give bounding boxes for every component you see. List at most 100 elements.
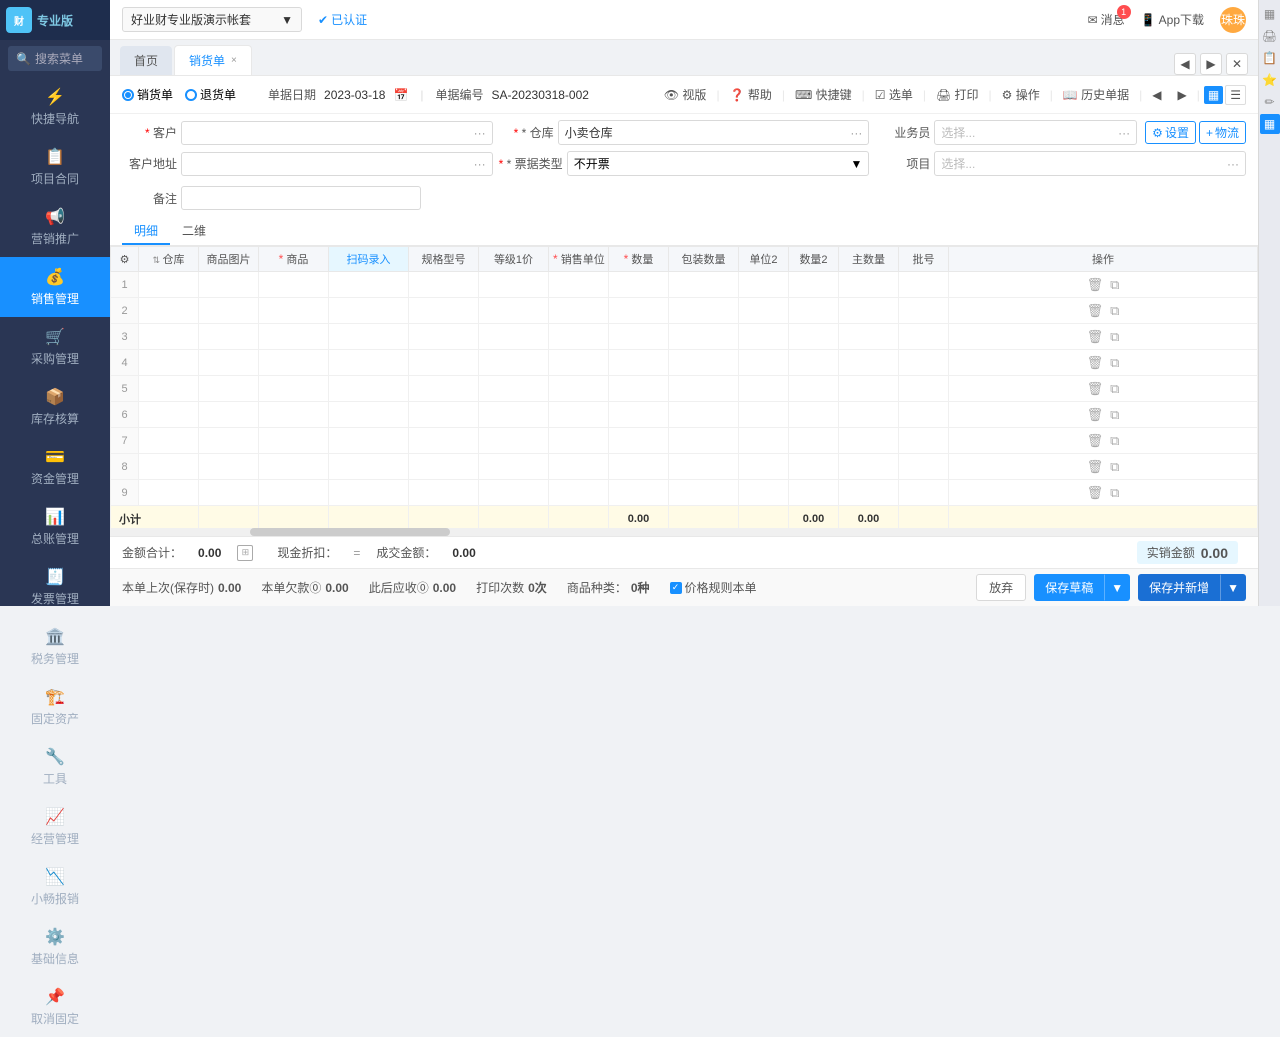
- row-qty[interactable]: [609, 350, 669, 376]
- print-btn[interactable]: 🖨 打印: [930, 84, 985, 105]
- row-delete-icon[interactable]: 🗑: [1087, 277, 1104, 292]
- row-warehouse[interactable]: [139, 376, 199, 402]
- save-new-button[interactable]: 保存并新增: [1138, 574, 1220, 601]
- row-barcode[interactable]: [329, 272, 409, 298]
- sidebar-item-marketing[interactable]: 📢 营销推广: [0, 197, 110, 257]
- row-copy-icon[interactable]: ⧉: [1110, 355, 1119, 370]
- row-main-qty[interactable]: [839, 324, 899, 350]
- row-delete-icon[interactable]: 🗑: [1087, 433, 1104, 448]
- sidebar-item-funds[interactable]: 💳 资金管理: [0, 437, 110, 497]
- row-unit[interactable]: [549, 350, 609, 376]
- row-qty[interactable]: [609, 402, 669, 428]
- row-pack-qty[interactable]: [669, 376, 739, 402]
- list-view-btn[interactable]: ☰: [1225, 85, 1246, 105]
- row-main-qty[interactable]: [839, 350, 899, 376]
- row-product[interactable]: [259, 454, 329, 480]
- row-warehouse[interactable]: [139, 350, 199, 376]
- th-settings[interactable]: ⚙: [111, 247, 139, 272]
- grid-view-btn[interactable]: ▦: [1204, 86, 1223, 104]
- set-button[interactable]: ⚙ 设置: [1145, 121, 1196, 144]
- row-product[interactable]: [259, 376, 329, 402]
- row-unit[interactable]: [549, 428, 609, 454]
- row-qty2[interactable]: [789, 428, 839, 454]
- customer-input[interactable]: ···: [181, 121, 493, 145]
- sidebar-item-quick-nav[interactable]: ⚡ 快捷导航: [0, 77, 110, 137]
- row-qty[interactable]: [609, 376, 669, 402]
- row-copy-icon[interactable]: ⧉: [1110, 381, 1119, 396]
- row-unit2[interactable]: [739, 376, 789, 402]
- warehouse-input[interactable]: 小卖仓库 ···: [558, 120, 870, 145]
- row-spec[interactable]: [409, 350, 479, 376]
- sidebar-cancel-fix[interactable]: 📌 取消固定: [0, 977, 110, 1037]
- shortcut-btn[interactable]: ⌨ 快捷键: [789, 84, 858, 105]
- row-qty[interactable]: [609, 428, 669, 454]
- row-qty2[interactable]: [789, 298, 839, 324]
- row-qty[interactable]: [609, 480, 669, 506]
- row-price1[interactable]: [479, 324, 549, 350]
- row-batch[interactable]: [899, 324, 949, 350]
- user-avatar[interactable]: 珠珠: [1220, 7, 1246, 33]
- row-qty2[interactable]: [789, 272, 839, 298]
- row-copy-icon[interactable]: ⧉: [1110, 459, 1119, 474]
- row-delete-icon[interactable]: 🗑: [1087, 459, 1104, 474]
- row-copy-icon[interactable]: ⧉: [1110, 433, 1119, 448]
- row-unit2[interactable]: [739, 350, 789, 376]
- help-btn[interactable]: ❓ 帮助: [724, 84, 778, 105]
- row-qty2[interactable]: [789, 454, 839, 480]
- row-qty2[interactable]: [789, 480, 839, 506]
- row-warehouse[interactable]: [139, 402, 199, 428]
- row-barcode[interactable]: [329, 402, 409, 428]
- sidebar-item-invoice[interactable]: 🧾 发票管理: [0, 557, 110, 617]
- row-barcode[interactable]: [329, 428, 409, 454]
- row-delete-icon[interactable]: 🗑: [1087, 303, 1104, 318]
- customer-dots[interactable]: ···: [474, 126, 486, 140]
- row-copy-icon[interactable]: ⧉: [1110, 485, 1119, 500]
- logistics-button[interactable]: + 物流: [1199, 121, 1246, 144]
- sidebar-item-accounts[interactable]: 📊 总账管理: [0, 497, 110, 557]
- sidebar-item-project[interactable]: 📋 项目合同: [0, 137, 110, 197]
- row-delete-icon[interactable]: 🗑: [1087, 355, 1104, 370]
- sidebar-item-report[interactable]: 📉 小畅报销: [0, 857, 110, 917]
- row-batch[interactable]: [899, 350, 949, 376]
- row-delete-icon[interactable]: 🗑: [1087, 407, 1104, 422]
- row-qty2[interactable]: [789, 350, 839, 376]
- row-qty2[interactable]: [789, 324, 839, 350]
- row-pack-qty[interactable]: [669, 480, 739, 506]
- row-batch[interactable]: [899, 402, 949, 428]
- row-qty[interactable]: [609, 298, 669, 324]
- row-unit2[interactable]: [739, 324, 789, 350]
- staff-input[interactable]: 选择... ···: [934, 120, 1137, 145]
- table-scrollbar[interactable]: [110, 528, 1258, 536]
- company-selector[interactable]: 好业财专业版演示帐套 ▼: [122, 7, 302, 32]
- save-draft-arrow[interactable]: ▼: [1104, 574, 1130, 601]
- row-unit[interactable]: [549, 454, 609, 480]
- select-btn[interactable]: ☑ 选单: [869, 84, 919, 105]
- tab-sale-order[interactable]: 销货单 ×: [174, 45, 252, 75]
- row-unit[interactable]: [549, 298, 609, 324]
- right-icon-5[interactable]: ✏: [1260, 92, 1280, 112]
- row-main-qty[interactable]: [839, 376, 899, 402]
- sidebar-item-inventory[interactable]: 📦 库存核算: [0, 377, 110, 437]
- calendar-icon[interactable]: 📅: [393, 88, 408, 102]
- row-pack-qty[interactable]: [669, 428, 739, 454]
- row-product[interactable]: [259, 402, 329, 428]
- row-batch[interactable]: [899, 298, 949, 324]
- row-batch[interactable]: [899, 480, 949, 506]
- row-pack-qty[interactable]: [669, 272, 739, 298]
- sidebar-item-purchase[interactable]: 🛒 采购管理: [0, 317, 110, 377]
- row-unit[interactable]: [549, 324, 609, 350]
- row-main-qty[interactable]: [839, 428, 899, 454]
- row-batch[interactable]: [899, 428, 949, 454]
- history-btn[interactable]: 📖 历史单据: [1057, 84, 1135, 105]
- tab-home[interactable]: 首页: [120, 46, 172, 75]
- radio-sale[interactable]: 销货单: [122, 86, 173, 103]
- address-dots[interactable]: ···: [474, 157, 486, 171]
- row-main-qty[interactable]: [839, 402, 899, 428]
- row-warehouse[interactable]: [139, 272, 199, 298]
- row-unit[interactable]: [549, 480, 609, 506]
- sidebar-item-tax[interactable]: 🏛️ 税务管理: [0, 617, 110, 677]
- right-icon-2[interactable]: 🖨: [1260, 26, 1280, 46]
- row-spec[interactable]: [409, 272, 479, 298]
- invoice-select[interactable]: 不开票 ▼: [567, 151, 870, 176]
- sidebar-item-fixed[interactable]: 🏗️ 固定资产: [0, 677, 110, 737]
